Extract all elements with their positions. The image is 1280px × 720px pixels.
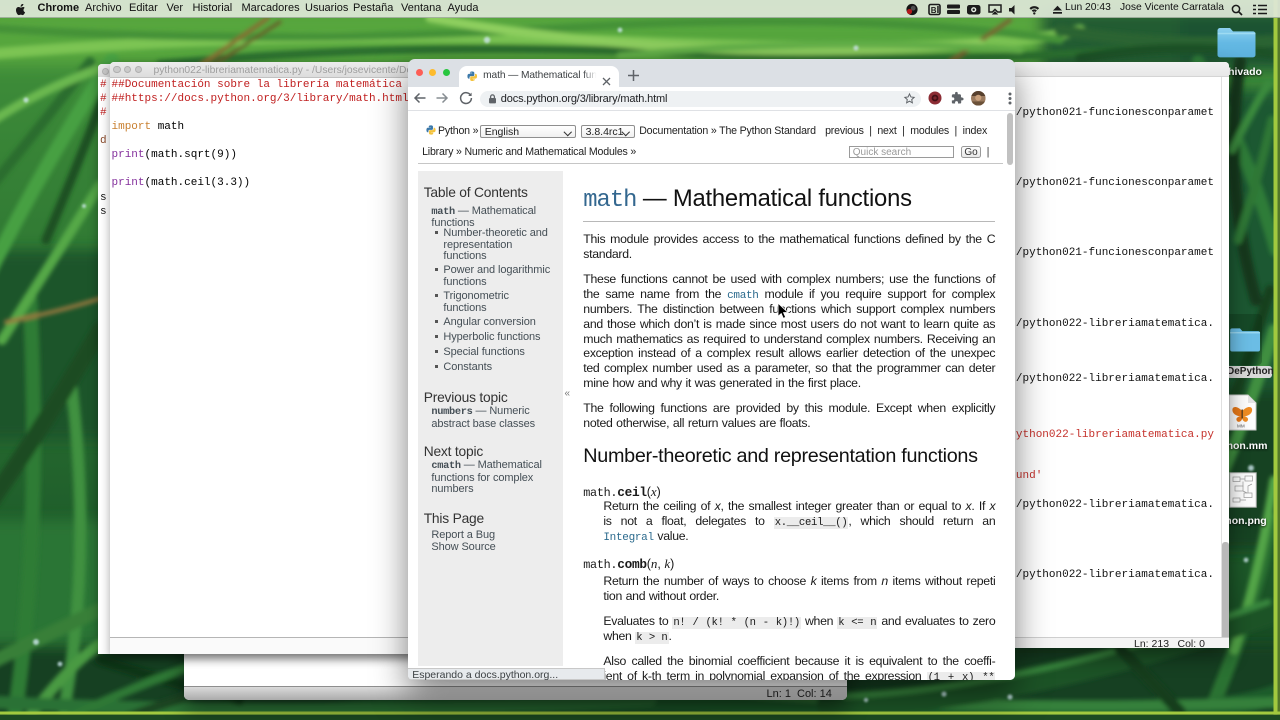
svg-text:MM: MM (1237, 424, 1245, 429)
svg-text:B: B (931, 6, 937, 15)
